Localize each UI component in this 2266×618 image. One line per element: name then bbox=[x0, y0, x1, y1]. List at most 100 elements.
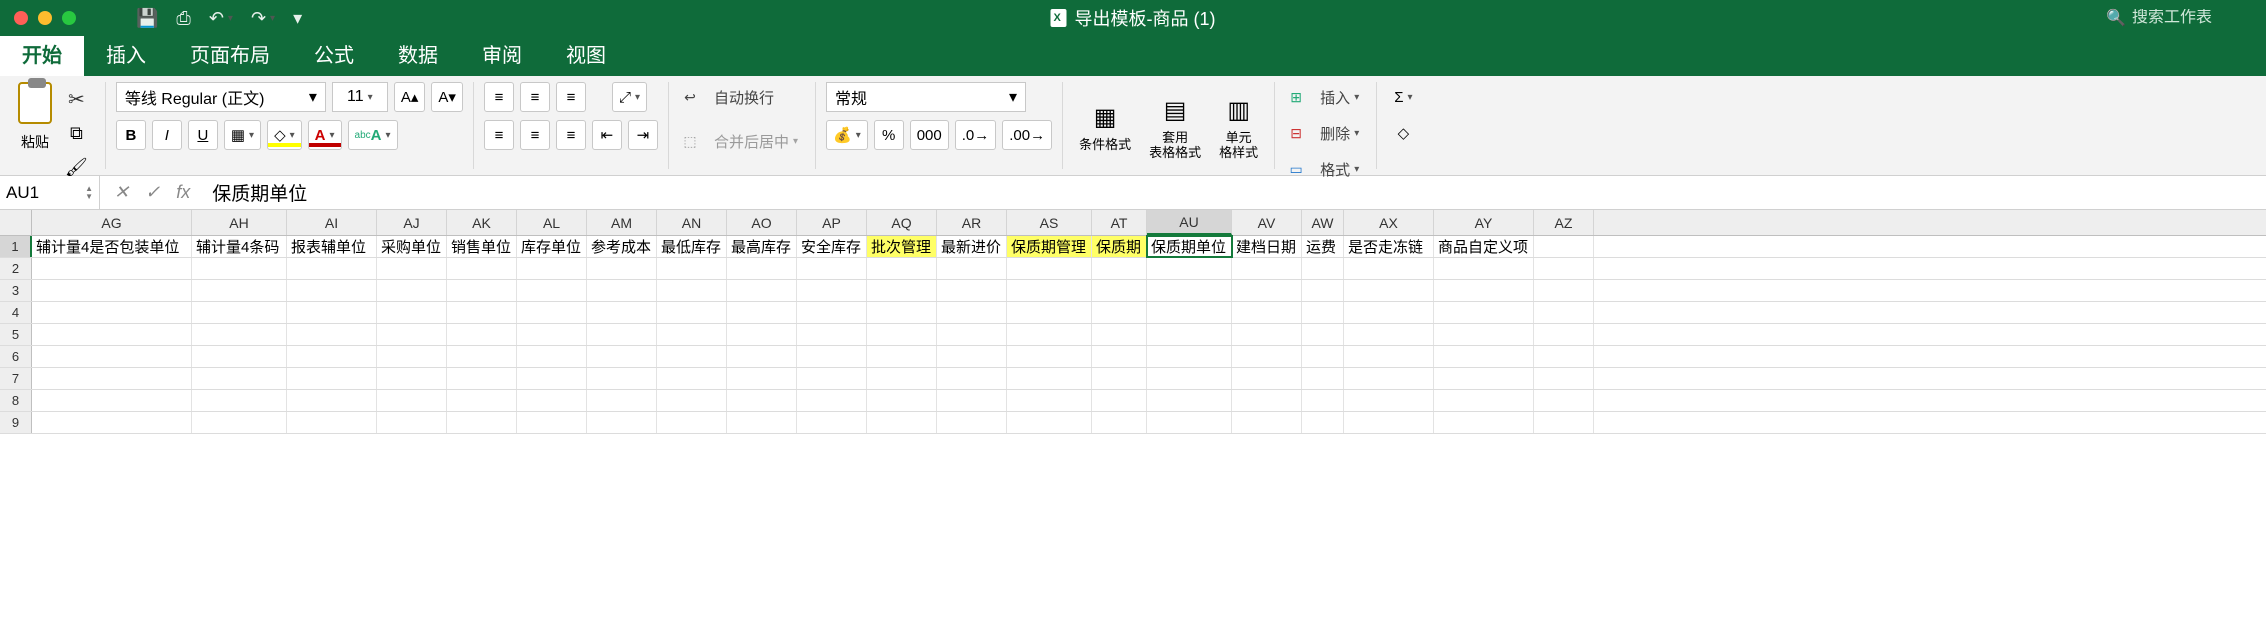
decrease-font-button[interactable]: A▾ bbox=[431, 82, 463, 112]
cell-AZ4[interactable] bbox=[1534, 302, 1594, 323]
cell-AX3[interactable] bbox=[1344, 280, 1434, 301]
align-right-button[interactable]: ≡ bbox=[556, 120, 586, 150]
cell-AI4[interactable] bbox=[287, 302, 377, 323]
cell-AH5[interactable] bbox=[192, 324, 287, 345]
column-header-AU[interactable]: AU bbox=[1147, 210, 1232, 235]
row-header-9[interactable]: 9 bbox=[0, 412, 32, 433]
sheet-search[interactable]: 🔍 bbox=[2106, 8, 2252, 28]
column-header-AO[interactable]: AO bbox=[727, 210, 797, 235]
cell-AS2[interactable] bbox=[1007, 258, 1092, 279]
cell-AU8[interactable] bbox=[1147, 390, 1232, 411]
cell-AG8[interactable] bbox=[32, 390, 192, 411]
cell-AQ9[interactable] bbox=[867, 412, 937, 433]
cell-AM6[interactable] bbox=[587, 346, 657, 367]
cell-AR9[interactable] bbox=[937, 412, 1007, 433]
cell-AR1[interactable]: 最新进价 bbox=[937, 236, 1007, 257]
cell-AV9[interactable] bbox=[1232, 412, 1302, 433]
phonetic-button[interactable]: abcA bbox=[348, 120, 398, 150]
comma-button[interactable]: 000 bbox=[910, 120, 949, 150]
cell-AY9[interactable] bbox=[1434, 412, 1534, 433]
cell-AU1[interactable]: 保质期单位 bbox=[1147, 236, 1232, 257]
cell-AY3[interactable] bbox=[1434, 280, 1534, 301]
accept-formula-icon[interactable]: ✓ bbox=[145, 182, 160, 203]
cell-AY7[interactable] bbox=[1434, 368, 1534, 389]
cell-AO2[interactable] bbox=[727, 258, 797, 279]
cell-AK8[interactable] bbox=[447, 390, 517, 411]
cell-AI6[interactable] bbox=[287, 346, 377, 367]
cell-AT4[interactable] bbox=[1092, 302, 1147, 323]
cell-AW2[interactable] bbox=[1302, 258, 1344, 279]
cell-AM7[interactable] bbox=[587, 368, 657, 389]
cell-AS1[interactable]: 保质期管理 bbox=[1007, 236, 1092, 257]
cell-AV5[interactable] bbox=[1232, 324, 1302, 345]
cell-AL8[interactable] bbox=[517, 390, 587, 411]
column-header-AJ[interactable]: AJ bbox=[377, 210, 447, 235]
cell-AI1[interactable]: 报表辅单位 bbox=[287, 236, 377, 257]
column-header-AS[interactable]: AS bbox=[1007, 210, 1092, 235]
column-header-AL[interactable]: AL bbox=[517, 210, 587, 235]
cell-AO5[interactable] bbox=[727, 324, 797, 345]
cell-AX2[interactable] bbox=[1344, 258, 1434, 279]
cell-AS4[interactable] bbox=[1007, 302, 1092, 323]
cell-AG2[interactable] bbox=[32, 258, 192, 279]
cell-AU6[interactable] bbox=[1147, 346, 1232, 367]
search-input[interactable] bbox=[2132, 9, 2252, 27]
cell-AL2[interactable] bbox=[517, 258, 587, 279]
cell-AG1[interactable]: 辅计量4是否包装单位 bbox=[32, 236, 192, 257]
cell-AI7[interactable] bbox=[287, 368, 377, 389]
cell-AK5[interactable] bbox=[447, 324, 517, 345]
cell-AI9[interactable] bbox=[287, 412, 377, 433]
cell-AV7[interactable] bbox=[1232, 368, 1302, 389]
cell-AG7[interactable] bbox=[32, 368, 192, 389]
cell-AW4[interactable] bbox=[1302, 302, 1344, 323]
cell-AU3[interactable] bbox=[1147, 280, 1232, 301]
column-header-AZ[interactable]: AZ bbox=[1534, 210, 1594, 235]
undo-button[interactable]: ↶ bbox=[209, 8, 233, 29]
cell-AJ6[interactable] bbox=[377, 346, 447, 367]
cell-AH1[interactable]: 辅计量4条码 bbox=[192, 236, 287, 257]
column-header-AM[interactable]: AM bbox=[587, 210, 657, 235]
percent-button[interactable]: % bbox=[874, 120, 904, 150]
cell-AK2[interactable] bbox=[447, 258, 517, 279]
cell-AV2[interactable] bbox=[1232, 258, 1302, 279]
close-window[interactable] bbox=[14, 11, 28, 25]
column-header-AH[interactable]: AH bbox=[192, 210, 287, 235]
cell-AX7[interactable] bbox=[1344, 368, 1434, 389]
cell-AR5[interactable] bbox=[937, 324, 1007, 345]
cell-AN4[interactable] bbox=[657, 302, 727, 323]
column-header-AP[interactable]: AP bbox=[797, 210, 867, 235]
cell-AM4[interactable] bbox=[587, 302, 657, 323]
cell-AY6[interactable] bbox=[1434, 346, 1534, 367]
cell-AL9[interactable] bbox=[517, 412, 587, 433]
cell-AR4[interactable] bbox=[937, 302, 1007, 323]
cell-AK7[interactable] bbox=[447, 368, 517, 389]
cell-AG3[interactable] bbox=[32, 280, 192, 301]
copy-button[interactable]: ⧉ bbox=[58, 118, 95, 148]
cell-AI5[interactable] bbox=[287, 324, 377, 345]
cell-AY4[interactable] bbox=[1434, 302, 1534, 323]
cell-AU7[interactable] bbox=[1147, 368, 1232, 389]
cell-AO1[interactable]: 最高库存 bbox=[727, 236, 797, 257]
insert-cells-button[interactable]: 插入 bbox=[1313, 82, 1366, 112]
formula-input[interactable]: 保质期单位 bbox=[204, 179, 307, 206]
cell-AK4[interactable] bbox=[447, 302, 517, 323]
cell-AV4[interactable] bbox=[1232, 302, 1302, 323]
cell-AJ2[interactable] bbox=[377, 258, 447, 279]
align-left-button[interactable]: ≡ bbox=[484, 120, 514, 150]
cell-AU2[interactable] bbox=[1147, 258, 1232, 279]
cell-AY8[interactable] bbox=[1434, 390, 1534, 411]
row-header-5[interactable]: 5 bbox=[0, 324, 32, 345]
tab-formulas[interactable]: 公式 bbox=[292, 31, 376, 76]
cell-AQ6[interactable] bbox=[867, 346, 937, 367]
name-box-stepper[interactable]: ▲▼ bbox=[85, 185, 93, 201]
cell-AL1[interactable]: 库存单位 bbox=[517, 236, 587, 257]
row-header-2[interactable]: 2 bbox=[0, 258, 32, 279]
cell-AN3[interactable] bbox=[657, 280, 727, 301]
cell-AN8[interactable] bbox=[657, 390, 727, 411]
cell-AH7[interactable] bbox=[192, 368, 287, 389]
cell-AP2[interactable] bbox=[797, 258, 867, 279]
decrease-indent-button[interactable]: ⇤ bbox=[592, 120, 622, 150]
cell-AZ1[interactable] bbox=[1534, 236, 1594, 257]
merge-center-button[interactable]: 合并后居中 bbox=[707, 126, 805, 156]
column-header-AY[interactable]: AY bbox=[1434, 210, 1534, 235]
